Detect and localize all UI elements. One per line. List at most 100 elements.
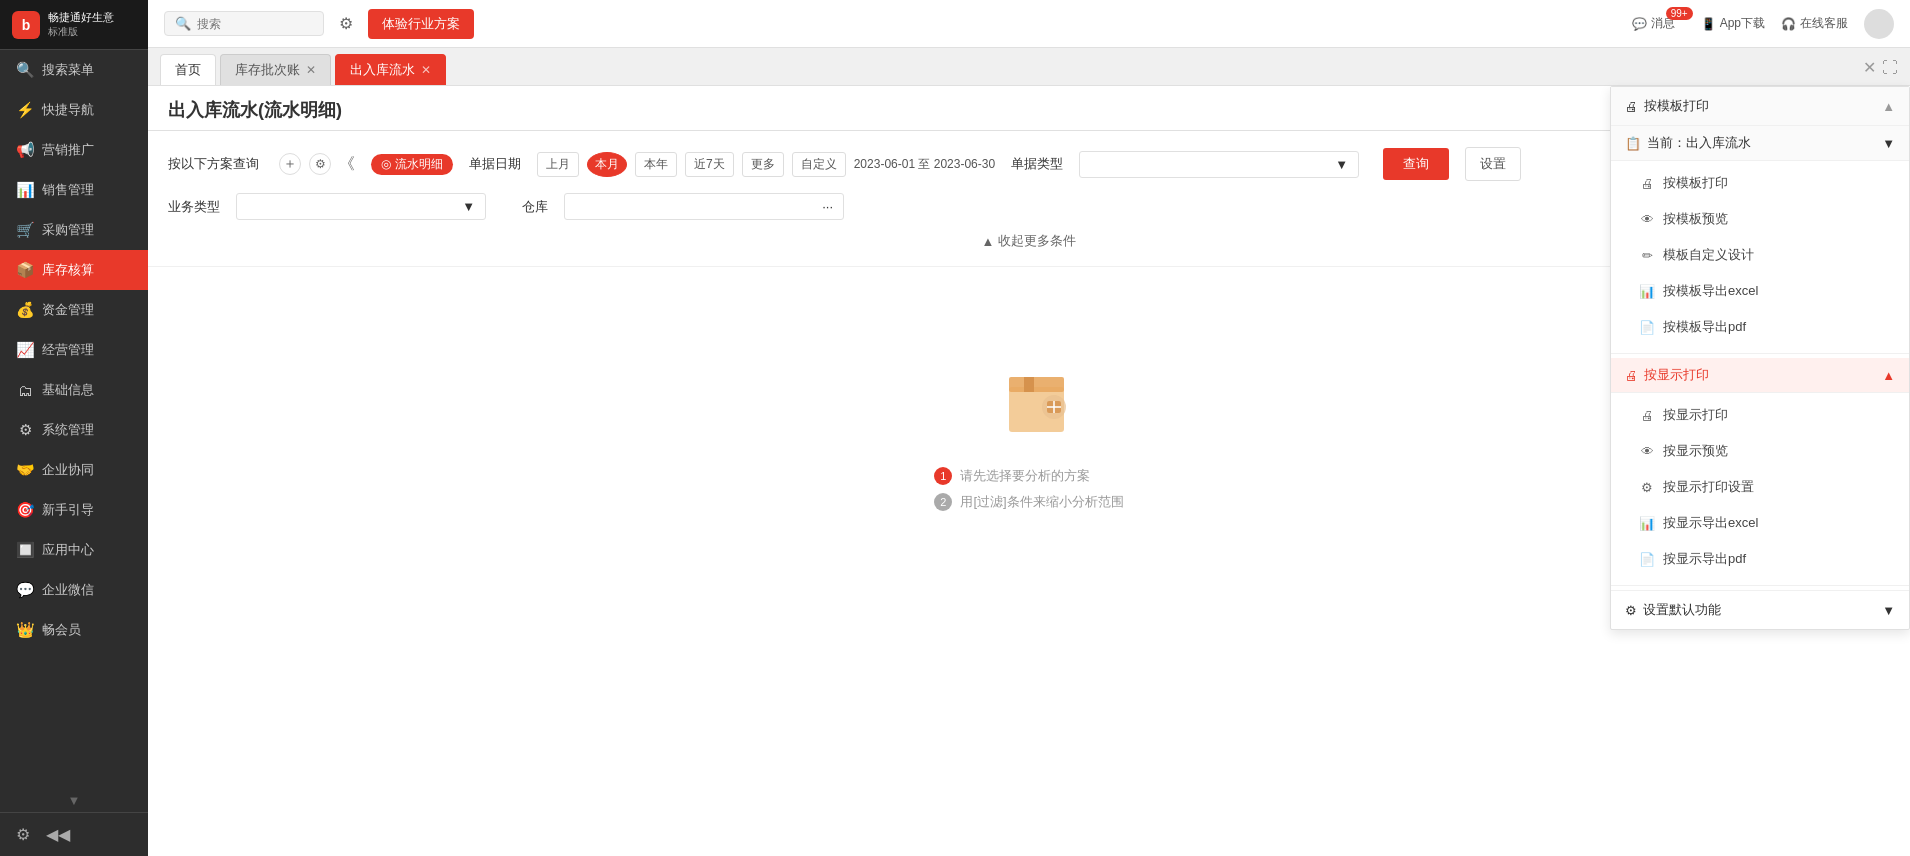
svg-rect-1 <box>1009 377 1064 392</box>
excel-item-icon: 📊 <box>1639 283 1655 299</box>
biz-type-select[interactable]: ▼ <box>236 193 486 220</box>
display-settings-icon: ⚙ <box>1639 479 1655 495</box>
sidebar-nav: 🔍 搜索菜单 ⚡ 快捷导航 📢 营销推广 📊 销售管理 🛒 采购管理 📦 库存核… <box>0 50 148 789</box>
dropdown-header-label: 按模板打印 <box>1644 97 1709 115</box>
current-template-row[interactable]: 📋 当前：出入库流水 ▼ <box>1611 126 1909 161</box>
filter-collapse-button[interactable]: 《 <box>339 154 355 175</box>
customer-service-button[interactable]: 🎧 在线客服 <box>1781 15 1848 32</box>
display-print-header-text: 按显示打印 <box>1644 366 1709 384</box>
dropdown-template-excel[interactable]: 📊 按模板导出excel <box>1611 273 1909 309</box>
app-version: 标准版 <box>48 25 114 39</box>
dropdown-template-preview[interactable]: 👁 按模板预览 <box>1611 201 1909 237</box>
filter-settings-button[interactable]: ⚙ <box>309 153 331 175</box>
sidebar-item-marketing[interactable]: 📢 营销推广 <box>0 130 148 170</box>
main-area: 🔍 ⚙ 体验行业方案 💬 消息 99+ 📱 App下载 🎧 在线客服 <box>148 0 1910 856</box>
svg-rect-2 <box>1024 377 1034 392</box>
tab-stock-flow-close[interactable]: ✕ <box>421 63 431 77</box>
dropdown-template-design[interactable]: ✏ 模板自定义设计 <box>1611 237 1909 273</box>
dropdown-template-print[interactable]: 🖨 按模板打印 <box>1611 165 1909 201</box>
dropdown-display-preview[interactable]: 👁 按显示预览 <box>1611 433 1909 469</box>
search-input[interactable] <box>197 17 307 31</box>
topbar-left: 🔍 ⚙ 体验行业方案 <box>164 9 1624 39</box>
date-btn-this-year[interactable]: 本年 <box>635 152 677 177</box>
sidebar-item-member[interactable]: 👑 畅会员 <box>0 610 148 650</box>
tab-inventory-batch[interactable]: 库存批次账 ✕ <box>220 54 331 85</box>
dropdown-header-title: 🖨 按模板打印 <box>1625 97 1709 115</box>
user-avatar[interactable] <box>1864 9 1894 39</box>
dropdown-header-collapse[interactable]: ▲ <box>1882 99 1895 114</box>
tab-stock-flow[interactable]: 出入库流水 ✕ <box>335 54 446 85</box>
dropdown-footer-settings[interactable]: ⚙ 设置默认功能 ▼ <box>1611 590 1909 629</box>
display-print-icon: 🖨 <box>1639 407 1655 423</box>
date-btn-custom[interactable]: 自定义 <box>792 152 846 177</box>
dropdown-display-excel-label: 按显示导出excel <box>1663 514 1758 532</box>
sidebar-item-basic-info[interactable]: 🗂 基础信息 <box>0 370 148 410</box>
tab-home[interactable]: 首页 <box>160 54 216 85</box>
tab-expand-icon[interactable]: ⛶ <box>1882 59 1898 77</box>
sidebar-item-cooperation[interactable]: 🤝 企业协同 <box>0 450 148 490</box>
messages-button[interactable]: 💬 消息 99+ <box>1632 15 1685 32</box>
sidebar-item-app-center[interactable]: 🔲 应用中心 <box>0 530 148 570</box>
app-logo-icon: b <box>12 11 40 39</box>
settings-button[interactable]: 设置 <box>1465 147 1521 181</box>
query-button[interactable]: 查询 <box>1383 148 1449 180</box>
filter-scheme-label-text: 流水明细 <box>395 156 443 173</box>
print-dropdown-panel: 🖨 按模板打印 ▲ 📋 当前：出入库流水 ▼ 🖨 按模板打印 <box>1610 86 1910 630</box>
sidebar-item-finance[interactable]: 💰 资金管理 <box>0 290 148 330</box>
tabs-bar: 首页 库存批次账 ✕ 出入库流水 ✕ ✕ ⛶ <box>148 48 1910 86</box>
current-template-label: 📋 当前：出入库流水 <box>1625 134 1751 152</box>
date-btn-this-month[interactable]: 本月 <box>587 152 627 177</box>
sidebar-item-search-menu[interactable]: 🔍 搜索菜单 <box>0 50 148 90</box>
tab-inventory-batch-close[interactable]: ✕ <box>306 63 316 77</box>
tab-close-all[interactable]: ✕ <box>1863 58 1876 77</box>
doc-type-select[interactable]: ▼ <box>1079 151 1359 178</box>
app-download-label: App下载 <box>1720 15 1765 32</box>
display-excel-icon: 📊 <box>1639 515 1655 531</box>
date-btn-more[interactable]: 更多 <box>742 152 784 177</box>
topbar-search-box[interactable]: 🔍 <box>164 11 324 36</box>
footer-settings-label: 设置默认功能 <box>1643 601 1721 619</box>
date-btn-last-month[interactable]: 上月 <box>537 152 579 177</box>
display-preview-icon: 👁 <box>1639 443 1655 459</box>
sidebar-item-quick-nav[interactable]: ⚡ 快捷导航 <box>0 90 148 130</box>
wechat-icon: 💬 <box>16 581 34 599</box>
filter-scheme-tag[interactable]: ◎ 流水明细 <box>371 154 453 175</box>
sidebar-item-system[interactable]: ⚙ 系统管理 <box>0 410 148 450</box>
sidebar-item-label: 企业微信 <box>42 581 94 599</box>
trial-button[interactable]: 体验行业方案 <box>368 9 474 39</box>
dropdown-display-excel[interactable]: 📊 按显示导出excel <box>1611 505 1909 541</box>
display-pdf-icon: 📄 <box>1639 551 1655 567</box>
topbar: 🔍 ⚙ 体验行业方案 💬 消息 99+ 📱 App下载 🎧 在线客服 <box>148 0 1910 48</box>
dropdown-display-print[interactable]: 🖨 按显示打印 <box>1611 397 1909 433</box>
warehouse-select[interactable]: ··· <box>564 193 844 220</box>
sidebar-item-wechat[interactable]: 💬 企业微信 <box>0 570 148 610</box>
app-download-button[interactable]: 📱 App下载 <box>1701 15 1765 32</box>
step-1-text: 请先选择要分析的方案 <box>960 467 1090 485</box>
topbar-gear-icon[interactable]: ⚙ <box>332 10 360 38</box>
purchase-icon: 🛒 <box>16 221 34 239</box>
footer-settings-icon: ⚙ <box>1625 603 1637 618</box>
sidebar-item-inventory[interactable]: 📦 库存核算 <box>0 250 148 290</box>
dropdown-display-print-settings[interactable]: ⚙ 按显示打印设置 <box>1611 469 1909 505</box>
dropdown-display-preview-label: 按显示预览 <box>1663 442 1728 460</box>
guide-icon: 🎯 <box>16 501 34 519</box>
filter-add-button[interactable]: ＋ <box>279 153 301 175</box>
chevron-up-icon2: ▲ <box>982 234 995 249</box>
sidebar-item-label: 应用中心 <box>42 541 94 559</box>
cooperation-icon: 🤝 <box>16 461 34 479</box>
display-print-section-header[interactable]: 🖨 按显示打印 ▲ <box>1611 358 1909 393</box>
dropdown-display-pdf[interactable]: 📄 按显示导出pdf <box>1611 541 1909 577</box>
collapse-sidebar-icon[interactable]: ◀◀ <box>46 825 70 844</box>
dropdown-template-pdf[interactable]: 📄 按模板导出pdf <box>1611 309 1909 345</box>
sidebar-item-label: 基础信息 <box>42 381 94 399</box>
sidebar-item-purchase[interactable]: 🛒 采购管理 <box>0 210 148 250</box>
page-title: 出入库流水(流水明细) <box>168 98 342 122</box>
date-btn-7days[interactable]: 近7天 <box>685 152 734 177</box>
sidebar-item-label: 畅会员 <box>42 621 81 639</box>
sidebar-scroll-down[interactable]: ▼ <box>0 789 148 812</box>
sidebar-item-sales[interactable]: 📊 销售管理 <box>0 170 148 210</box>
settings-icon[interactable]: ⚙ <box>16 825 30 844</box>
sidebar-item-guide[interactable]: 🎯 新手引导 <box>0 490 148 530</box>
marketing-icon: 📢 <box>16 141 34 159</box>
sidebar-item-operations[interactable]: 📈 经营管理 <box>0 330 148 370</box>
